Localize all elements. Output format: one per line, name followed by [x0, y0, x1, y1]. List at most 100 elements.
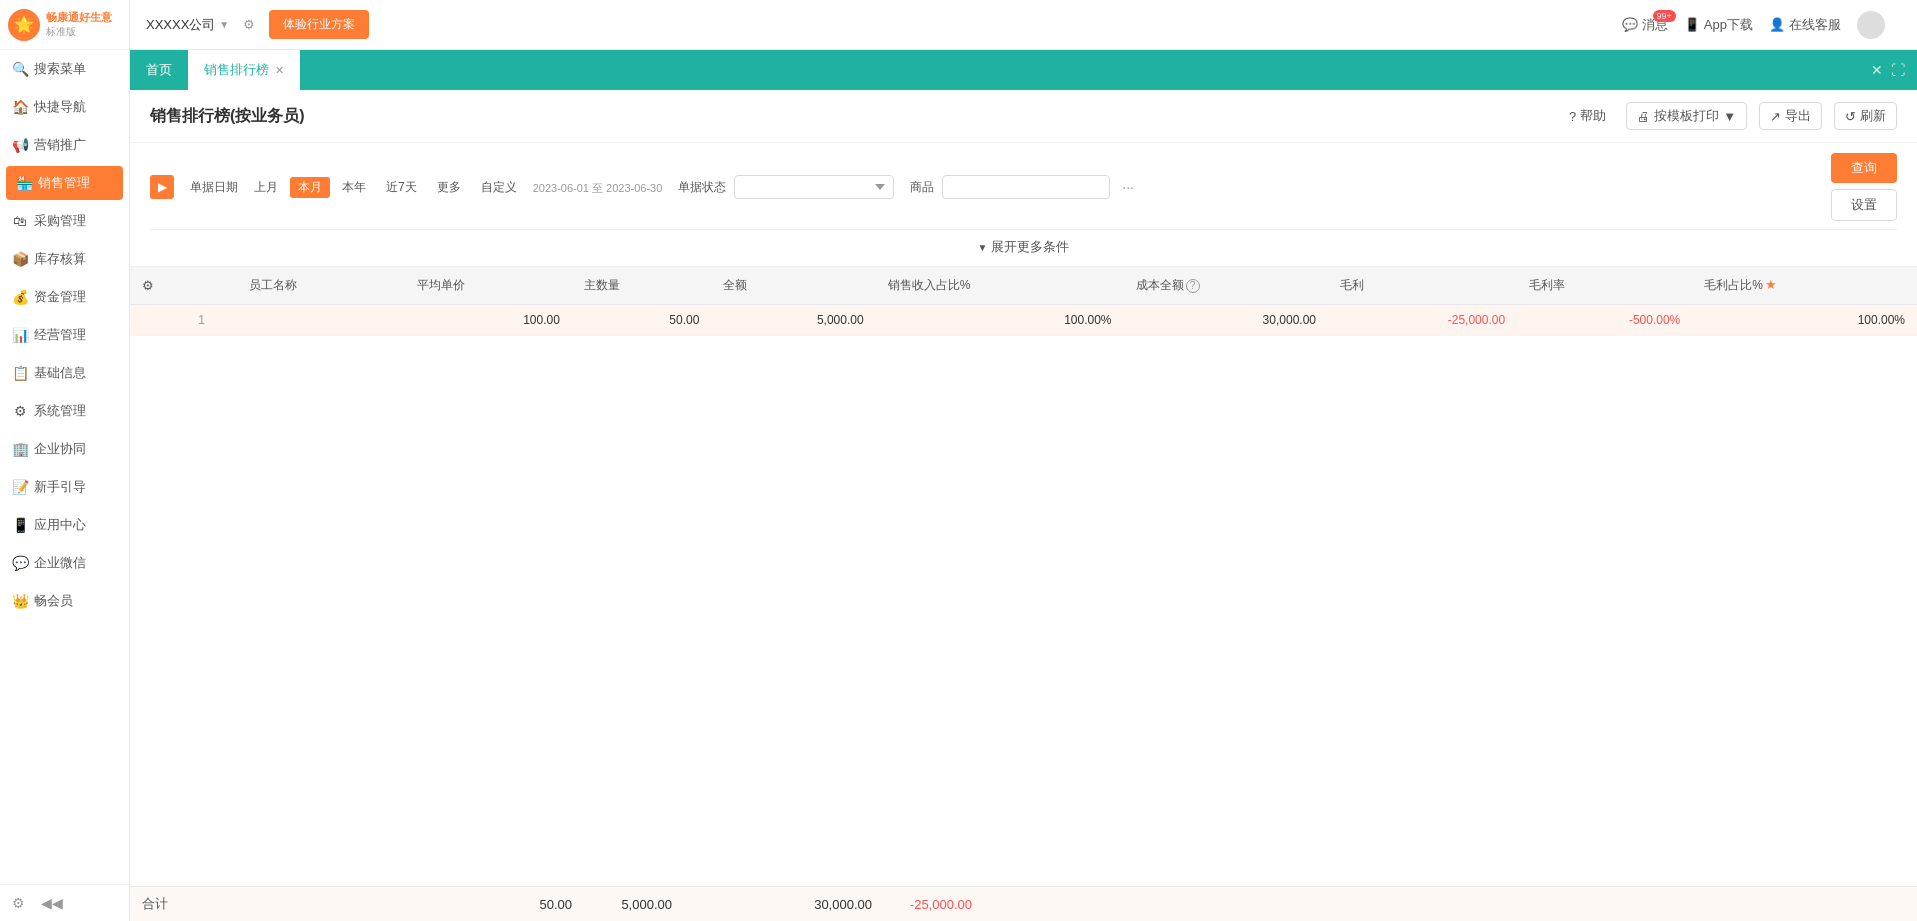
tab-home[interactable]: 首页	[130, 50, 188, 90]
table-footer: 合计 50.00 5,000.00 30,000.00 -25,000.00	[130, 886, 1917, 921]
logo-sub: 标准版	[46, 25, 112, 39]
sidebar-item-quick-nav[interactable]: 🏠 快捷导航	[0, 88, 129, 126]
tab-sales-ranking[interactable]: 销售排行榜 ✕	[188, 50, 300, 90]
date-tab-last-month[interactable]: 上月	[246, 177, 286, 198]
sidebar-item-marketing[interactable]: 📢 营销推广	[0, 126, 129, 164]
col-gross: 毛利	[1328, 267, 1517, 305]
col-gross-rate: 毛利率	[1517, 267, 1692, 305]
company-selector[interactable]: XXXXX公司 ▼	[146, 16, 229, 34]
footer-values: 50.00 5,000.00 30,000.00 -25,000.00	[222, 897, 1905, 912]
chevron-down-icon: ▼	[219, 19, 229, 30]
data-table-container: ⚙ 员工名称 平均单价 主数量 全额 销售收入占比% 成本全额? 毛利 毛利率	[130, 267, 1917, 886]
sidebar-item-sales[interactable]: 🏪 销售管理	[6, 166, 123, 200]
app-download-button[interactable]: 📱 App下载	[1684, 16, 1753, 34]
sidebar-item-label: 系统管理	[34, 402, 86, 420]
col-cost: 成本全额?	[1124, 267, 1328, 305]
goods-filter-group: 商品 ···	[910, 175, 1138, 199]
filter-area: ▶ 单据日期 上月 本月 本年 近7天 更多 自定义 2023-06-01 至 …	[130, 143, 1917, 267]
query-button[interactable]: 查询	[1831, 153, 1897, 183]
col-main-qty: 主数量	[572, 267, 711, 305]
sidebar-item-purchase[interactable]: 🛍 采购管理	[0, 202, 129, 240]
date-tab-this-month[interactable]: 本月	[290, 177, 330, 198]
expand-icon: ▼	[978, 242, 988, 253]
cell-cost: 30,000.00	[1124, 305, 1328, 336]
footer-cell-main-qty: 50.00	[492, 897, 572, 912]
sort-icon[interactable]: ★	[1765, 277, 1777, 292]
template-chevron-icon: ▼	[1723, 109, 1736, 124]
tab-home-label: 首页	[146, 61, 172, 79]
sidebar-item-inventory[interactable]: 📦 库存核算	[0, 240, 129, 278]
system-icon: ⚙	[12, 403, 28, 419]
footer-cell-cost: 30,000.00	[772, 897, 872, 912]
content-area: 销售排行榜(按业务员) ? 帮助 🖨 按模板打印 ▼ ↗ 导出 ↺ 刷新	[130, 90, 1917, 921]
template-print-button[interactable]: 🖨 按模板打印 ▼	[1626, 102, 1747, 130]
sidebar-item-system[interactable]: ⚙ 系统管理	[0, 392, 129, 430]
cell-main-qty: 50.00	[572, 305, 711, 336]
table-header-row: ⚙ 员工名称 平均单价 主数量 全额 销售收入占比% 成本全额? 毛利 毛利率	[130, 267, 1917, 305]
sidebar-item-basic-info[interactable]: 📋 基础信息	[0, 354, 129, 392]
col-employee: 员工名称	[237, 267, 404, 305]
cell-total: 5,000.00	[711, 305, 875, 336]
sidebar-nav: 🔍 搜索菜单 🏠 快捷导航 📢 营销推广 🏪 销售管理 🛍 采购管理 📦 库存核…	[0, 50, 129, 884]
page-title: 销售排行榜(按业务员)	[150, 106, 305, 139]
sidebar-item-label: 新手引导	[34, 478, 86, 496]
cost-help-icon[interactable]: ?	[1186, 279, 1200, 293]
refresh-label: 刷新	[1860, 107, 1886, 125]
refresh-button[interactable]: ↺ 刷新	[1834, 102, 1897, 130]
cell-gross-rate: -500.00%	[1517, 305, 1692, 336]
online-service-button[interactable]: 👤 在线客服	[1769, 16, 1841, 34]
basic-info-icon: 📋	[12, 365, 28, 381]
table-settings-icon[interactable]: ⚙	[142, 278, 154, 293]
export-label: 导出	[1785, 107, 1811, 125]
cell-gross-pct: 100.00%	[1692, 305, 1917, 336]
sales-ranking-table: ⚙ 员工名称 平均单价 主数量 全额 销售收入占比% 成本全额? 毛利 毛利率	[130, 267, 1917, 336]
logo-app-name: 畅康通好生意	[46, 10, 112, 25]
app-center-icon: 📱	[12, 517, 28, 533]
help-button[interactable]: ? 帮助	[1561, 103, 1614, 129]
settings-bottom-icon[interactable]: ⚙	[12, 895, 25, 911]
cell-settings	[130, 305, 166, 336]
sidebar-item-label: 基础信息	[34, 364, 86, 382]
close-window-icon[interactable]: ✕	[1871, 62, 1883, 78]
date-tab-7days[interactable]: 近7天	[378, 177, 425, 198]
maximize-icon[interactable]: ⛶	[1891, 62, 1905, 78]
purchase-icon: 🛍	[12, 213, 28, 229]
goods-filter-more-icon[interactable]: ···	[1118, 175, 1138, 199]
status-filter-select[interactable]	[734, 175, 894, 199]
settings-icon[interactable]: ⚙	[243, 17, 255, 32]
date-filter-group: 单据日期 上月 本月 本年 近7天 更多 自定义 2023-06-01 至 20…	[190, 177, 662, 198]
sidebar-item-label: 采购管理	[34, 212, 86, 230]
page-actions: ? 帮助 🖨 按模板打印 ▼ ↗ 导出 ↺ 刷新	[1561, 102, 1897, 142]
tab-close-icon[interactable]: ✕	[275, 64, 284, 77]
export-button[interactable]: ↗ 导出	[1759, 102, 1822, 130]
date-tab-custom[interactable]: 自定义	[473, 177, 525, 198]
trial-button[interactable]: 体验行业方案	[269, 10, 369, 39]
sidebar-item-label: 快捷导航	[34, 98, 86, 116]
cell-sales-pct: 100.00%	[876, 305, 1124, 336]
message-button[interactable]: 💬 消息 99+	[1622, 16, 1668, 34]
expand-more-conditions-btn[interactable]: ▼ 展开更多条件	[150, 229, 1897, 256]
sidebar-item-wechat[interactable]: 💬 企业微信	[0, 544, 129, 582]
sidebar-item-guide[interactable]: 📝 新手引导	[0, 468, 129, 506]
sidebar-item-search[interactable]: 🔍 搜索菜单	[0, 50, 129, 88]
sidebar-item-finance[interactable]: 💰 资金管理	[0, 278, 129, 316]
filter-row: ▶ 单据日期 上月 本月 本年 近7天 更多 自定义 2023-06-01 至 …	[150, 153, 1897, 221]
footer-total-label: 合计	[142, 895, 222, 913]
set-button[interactable]: 设置	[1831, 189, 1897, 221]
date-tab-more[interactable]: 更多	[429, 177, 469, 198]
avatar[interactable]	[1857, 11, 1885, 39]
sidebar-item-label: 库存核算	[34, 250, 86, 268]
sidebar-item-app-center[interactable]: 📱 应用中心	[0, 506, 129, 544]
status-filter-label: 单据状态	[678, 179, 726, 196]
sidebar-item-operations[interactable]: 📊 经营管理	[0, 316, 129, 354]
filter-toggle-btn[interactable]: ▶	[150, 175, 174, 199]
inventory-icon: 📦	[12, 251, 28, 267]
cell-gross: -25,000.00	[1328, 305, 1517, 336]
collapse-icon[interactable]: ◀◀	[41, 895, 63, 911]
goods-filter-input[interactable]	[942, 175, 1110, 199]
template-print-label: 按模板打印	[1654, 107, 1719, 125]
sidebar-item-member[interactable]: 👑 畅会员	[0, 582, 129, 620]
sidebar-item-enterprise[interactable]: 🏢 企业协同	[0, 430, 129, 468]
date-tab-this-year[interactable]: 本年	[334, 177, 374, 198]
enterprise-icon: 🏢	[12, 441, 28, 457]
